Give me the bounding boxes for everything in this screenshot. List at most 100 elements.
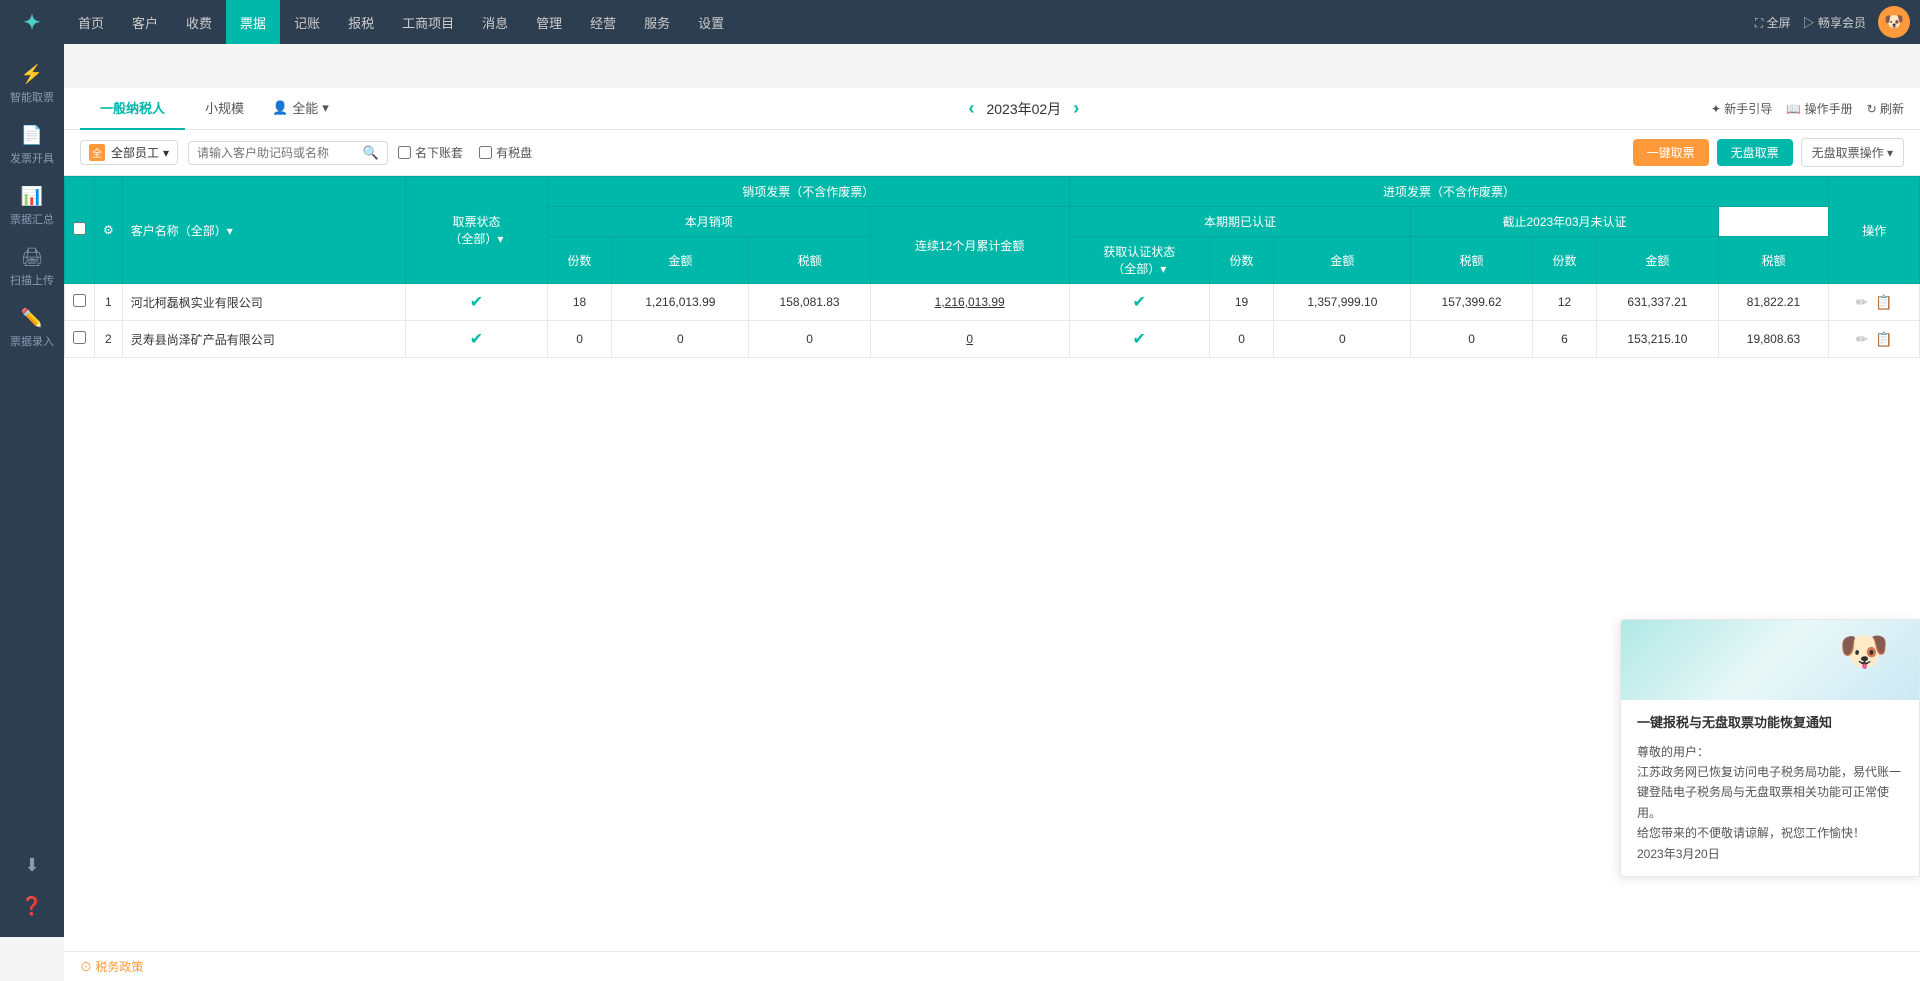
row1-tax3: 81,822.21 xyxy=(1718,284,1829,321)
check-tax-label: 有税盘 xyxy=(496,144,532,161)
sidebar-download-icon[interactable]: ⬇ xyxy=(24,855,39,876)
row1-customer-name[interactable]: 河北柯磊枫实业有限公司 xyxy=(122,284,405,321)
row2-detail-icon[interactable]: 📋 xyxy=(1873,331,1894,347)
row2-edit-icon[interactable]: ✏ xyxy=(1854,331,1870,347)
sidebar-item-invoice-entry[interactable]: ✏️ 票据录入 xyxy=(0,298,64,359)
checkbox-group: 名下账套 有税盘 xyxy=(398,144,532,161)
col-operations-header: 操作 xyxy=(1829,177,1920,284)
nav-client[interactable]: 客户 xyxy=(118,0,172,44)
nav-message[interactable]: 消息 xyxy=(468,0,522,44)
search-icon[interactable]: 🔍 xyxy=(363,145,379,161)
col-tax-header: 税额 xyxy=(749,237,870,284)
row2-no: 2 xyxy=(95,321,123,358)
period-prev-button[interactable]: ‹ xyxy=(968,98,974,119)
nav-operation[interactable]: 经营 xyxy=(576,0,630,44)
col-qty-header: 份数 xyxy=(547,237,612,284)
tabs-bar: 一般纳税人 小规模 👤 全能 ▾ ‹ 2023年02月 › ✦ 新手引导 📖 操… xyxy=(64,88,1920,130)
notification-popup: ✕ 🐶 一键报税与无盘取票功能恢复通知 尊敬的用户： 江苏政务网已恢复访问电子税… xyxy=(1620,619,1920,877)
nav-service[interactable]: 服务 xyxy=(630,0,684,44)
nav-tax[interactable]: 报税 xyxy=(334,0,388,44)
fullscreen-button[interactable]: ⛶ 全屏 xyxy=(1755,14,1791,31)
col-cancel-status-header[interactable]: 取票状态（全部）▾ xyxy=(406,177,548,284)
col-cert-status-header[interactable]: 获取认证状态（全部）▾ xyxy=(1069,237,1209,284)
notification-greeting: 尊敬的用户： xyxy=(1637,742,1903,762)
employee-label: 全部员工 xyxy=(111,144,159,161)
col-certified-header: 本期期已认证 xyxy=(1069,207,1411,237)
user-avatar[interactable]: 🐶 xyxy=(1878,6,1910,38)
invoice-summary-icon: 📊 xyxy=(21,186,43,207)
member-button[interactable]: ▷ 畅享会员 xyxy=(1803,14,1866,31)
nav-home[interactable]: 首页 xyxy=(64,0,118,44)
sidebar-item-scan-upload[interactable]: 🖨 扫描上传 xyxy=(0,237,64,298)
row2-actions: ✏ 📋 xyxy=(1829,321,1920,358)
sidebar-item-label: 票据汇总 xyxy=(10,211,54,227)
row1-tax2: 157,399.62 xyxy=(1411,284,1532,321)
sidebar-help-icon[interactable]: ❓ xyxy=(21,896,43,917)
nav-invoice[interactable]: 票据 xyxy=(226,0,280,44)
notification-body: 一键报税与无盘取票功能恢复通知 尊敬的用户： 江苏政务网已恢复访问电子税务局功能… xyxy=(1621,700,1919,876)
row1-cumulative[interactable]: 1,216,013.99 xyxy=(870,284,1069,321)
check-account-item[interactable]: 名下账套 xyxy=(398,144,463,161)
tab-all-capable[interactable]: 👤 全能 ▾ xyxy=(264,88,337,130)
app-logo: ✦ xyxy=(10,0,54,44)
one-click-ticket-button[interactable]: 一键取票 xyxy=(1633,139,1709,166)
period-next-button[interactable]: › xyxy=(1073,98,1079,119)
row1-detail-icon[interactable]: 📋 xyxy=(1873,294,1894,310)
invoice-table: ⚙ 客户名称（全部）▾ 取票状态（全部）▾ 销项发票（不含作废票） 进项发票（不… xyxy=(64,176,1920,358)
period-nav: ‹ 2023年02月 › xyxy=(337,98,1711,119)
sidebar-item-smart-ticket[interactable]: ⚡ 智能取票 xyxy=(0,54,64,115)
row1-cert-status: ✔ xyxy=(1069,284,1209,321)
nav-settings[interactable]: 设置 xyxy=(684,0,738,44)
cert-status-icon: ✔ xyxy=(1133,294,1146,311)
new-guide-button[interactable]: ✦ 新手引导 xyxy=(1711,100,1772,117)
row1-no: 1 xyxy=(95,284,123,321)
sidebar-item-invoice-issue[interactable]: 📄 发票开具 xyxy=(0,115,64,176)
col-qty3-header: 份数 xyxy=(1532,237,1597,284)
row2-customer-name[interactable]: 灵寿县尚泽矿产品有限公司 xyxy=(122,321,405,358)
row2-amount3: 153,215.10 xyxy=(1597,321,1718,358)
manual-button[interactable]: 📖 操作手册 xyxy=(1786,100,1852,117)
notification-mascot-icon: 🐶 xyxy=(1839,628,1899,688)
nav-accounting[interactable]: 记账 xyxy=(280,0,334,44)
row2-qty3: 6 xyxy=(1532,321,1597,358)
check-tax-item[interactable]: 有税盘 xyxy=(479,144,532,161)
col-purchase-invoice-group-header: 进项发票（不含作废票） xyxy=(1069,177,1829,207)
cert-status-icon: ✔ xyxy=(1133,331,1146,348)
nav-manage[interactable]: 管理 xyxy=(522,0,576,44)
sidebar-item-invoice-summary[interactable]: 📊 票据汇总 xyxy=(0,176,64,237)
row2-cumulative[interactable]: 0 xyxy=(870,321,1069,358)
tab-small-scale-label: 小规模 xyxy=(205,98,244,117)
notification-apology: 给您带来的不便敬请谅解，祝您工作愉快！ xyxy=(1637,823,1903,843)
diskless-ticket-button[interactable]: 无盘取票 xyxy=(1717,139,1793,166)
row2-qty: 0 xyxy=(547,321,612,358)
row2-qty2: 0 xyxy=(1209,321,1274,358)
nav-items: 首页 客户 收费 票据 记账 报税 工商项目 消息 管理 经营 服务 设置 xyxy=(64,0,1755,44)
row1-edit-icon[interactable]: ✏ xyxy=(1854,294,1870,310)
refresh-button[interactable]: ↻ 刷新 xyxy=(1867,100,1904,117)
check-account-checkbox[interactable] xyxy=(398,146,411,159)
nav-business[interactable]: 工商项目 xyxy=(388,0,468,44)
invoice-issue-icon: 📄 xyxy=(21,125,43,146)
check-tax-checkbox[interactable] xyxy=(479,146,492,159)
tax-policy-link[interactable]: ⊙ 税务政策 xyxy=(80,960,143,974)
notification-header: 🐶 xyxy=(1621,620,1919,700)
col-amount3-header: 金额 xyxy=(1597,237,1718,284)
employee-select[interactable]: 全 全部员工 ▾ xyxy=(80,140,178,165)
top-nav: ✦ 首页 客户 收费 票据 记账 报税 工商项目 消息 管理 经营 服务 设置 … xyxy=(0,0,1920,44)
col-tax3-header: 税额 xyxy=(1718,237,1829,284)
row2-checkbox[interactable] xyxy=(65,321,95,358)
col-tax2-header: 税额 xyxy=(1411,237,1532,284)
scan-upload-icon: 🖨 xyxy=(21,247,44,268)
search-input[interactable] xyxy=(197,146,359,160)
col-customer-header[interactable]: 客户名称（全部）▾ xyxy=(122,177,405,284)
row1-tax: 158,081.83 xyxy=(749,284,870,321)
tab-small-scale[interactable]: 小规模 xyxy=(185,88,264,130)
diskless-ops-button[interactable]: 无盘取票操作 ▾ xyxy=(1801,138,1904,167)
row1-checkbox[interactable] xyxy=(65,284,95,321)
table-row: 1 河北柯磊枫实业有限公司 ✔ 18 1,216,013.99 158,081.… xyxy=(65,284,1920,321)
toolbar-right: 一键取票 无盘取票 无盘取票操作 ▾ xyxy=(1633,138,1904,167)
row2-tax2: 0 xyxy=(1411,321,1532,358)
select-all-checkbox[interactable] xyxy=(73,222,86,235)
tab-general-taxpayer[interactable]: 一般纳税人 xyxy=(80,88,185,130)
nav-fee[interactable]: 收费 xyxy=(172,0,226,44)
